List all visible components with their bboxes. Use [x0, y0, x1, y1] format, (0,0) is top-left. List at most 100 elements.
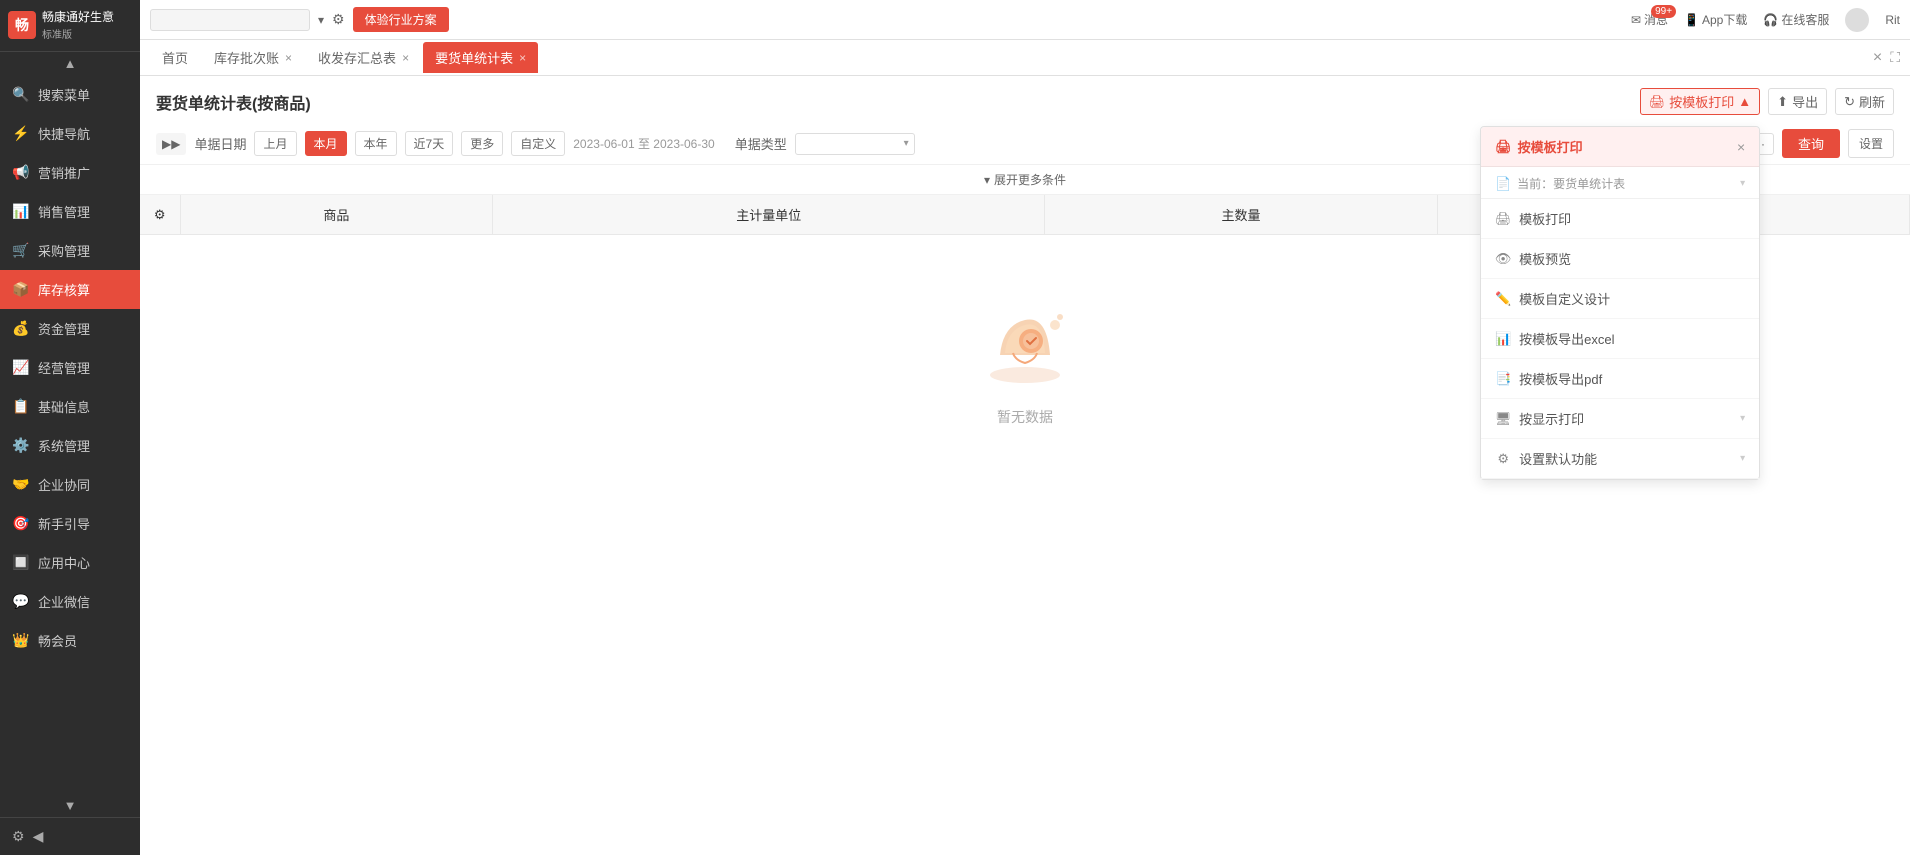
filter-expand-icon-btn[interactable]: ▶▶ [156, 133, 186, 155]
date-more-btn[interactable]: 更多 [461, 131, 503, 156]
expand-more-conditions-btn[interactable]: ▾ 展开更多条件 [984, 171, 1066, 188]
sidebar-item-basicinfo[interactable]: 📋 基础信息 [0, 387, 140, 426]
sidebar-item-marketing[interactable]: 📢 营销推广 [0, 153, 140, 192]
current-label: 当前：要货单统计表 [1517, 175, 1625, 192]
export-pdf-label: 按模板导出pdf [1519, 369, 1602, 388]
template-preview-icon: 👁 [1495, 251, 1511, 267]
set-default-label: 设置默认功能 [1519, 449, 1597, 468]
sidebar-item-label: 应用中心 [38, 553, 90, 572]
sidebar-item-appcenter[interactable]: 🔲 应用中心 [0, 543, 140, 582]
sidebar-item-wxwork[interactable]: 💬 企业微信 [0, 582, 140, 621]
tab-home-label: 首页 [162, 48, 188, 67]
sidebar-item-search[interactable]: 🔍 搜索菜单 [0, 75, 140, 114]
industry-btn[interactable]: 体验行业方案 [353, 7, 449, 32]
sidebar-item-enterprise[interactable]: 🤝 企业协同 [0, 465, 140, 504]
empty-icon [975, 295, 1075, 395]
sidebar-item-member[interactable]: 👑 畅会员 [0, 621, 140, 660]
username-label[interactable]: Rit [1885, 13, 1900, 27]
print-template-design-item[interactable]: ✏️ 模板自定义设计 [1481, 279, 1759, 319]
tab-order-stats-close[interactable]: × [519, 51, 526, 65]
print-export-pdf-item[interactable]: 📑 按模板导出pdf [1481, 359, 1759, 399]
sidebar-scroll-up[interactable]: ▲ [0, 52, 140, 75]
sidebar-item-purchase[interactable]: 🛒 采购管理 [0, 231, 140, 270]
sidebar-item-system[interactable]: ⚙️ 系统管理 [0, 426, 140, 465]
sidebar-item-guide[interactable]: 🎯 新手引导 [0, 504, 140, 543]
tab-summary[interactable]: 收发存汇总表 × [306, 42, 421, 73]
sidebar-item-label: 经营管理 [38, 358, 90, 377]
tab-summary-close[interactable]: × [402, 51, 409, 65]
sidebar-item-sales[interactable]: 📊 销售管理 [0, 192, 140, 231]
table-header-gear[interactable]: ⚙ [140, 195, 180, 235]
main-area: ▾ ⚙ 体验行业方案 ✉ 消息 99+ 📱 App下载 🎧 在线客服 Rit 首… [140, 0, 1910, 855]
app-download-btn[interactable]: 📱 App下载 [1684, 11, 1747, 28]
print-icon: 🖨 [1649, 94, 1666, 110]
date-custom-btn[interactable]: 自定义 [511, 131, 565, 156]
sidebar-scroll-down[interactable]: ▼ [0, 794, 140, 817]
user-avatar[interactable] [1845, 8, 1869, 32]
sidebar-item-label: 搜索菜单 [38, 85, 90, 104]
date-last-month-btn[interactable]: 上月 [254, 131, 296, 156]
print-template-btn[interactable]: 🖨 按模板打印 ▲ [1640, 88, 1760, 115]
page-header: 要货单统计表(按商品) 🖨 按模板打印 ▲ 🖨 按模板打印 [140, 76, 1910, 123]
enterprise-icon: 🤝 [12, 475, 30, 493]
tab-inventory-batch-close[interactable]: × [285, 51, 292, 65]
sidebar-nav: 🔍 搜索菜单 ⚡ 快捷导航 📢 营销推广 📊 销售管理 🛒 采购管理 📦 库存核… [0, 75, 140, 794]
topbar-search-input[interactable] [150, 9, 310, 31]
sidebar-item-finance[interactable]: 💰 资金管理 [0, 309, 140, 348]
page-content: 要货单统计表(按商品) 🖨 按模板打印 ▲ 🖨 按模板打印 [140, 76, 1910, 855]
expand-more-label: 展开更多条件 [994, 171, 1066, 188]
set-default-arrow-icon: ▾ [1740, 453, 1745, 464]
print-dropdown: 🖨 按模板打印 × 📄 当前：要货单统计表 ▾ [1480, 126, 1760, 480]
template-print-icon: 🖨 [1495, 211, 1511, 227]
sales-icon: 📊 [12, 202, 30, 220]
sidebar-item-label: 采购管理 [38, 241, 90, 260]
tab-home[interactable]: 首页 [150, 42, 200, 73]
print-action-wrapper: 🖨 按模板打印 ▲ 🖨 按模板打印 × [1640, 88, 1760, 115]
tab-summary-label: 收发存汇总表 [318, 48, 396, 67]
template-design-icon: ✏️ [1495, 291, 1511, 307]
sidebar-item-quicknav[interactable]: ⚡ 快捷导航 [0, 114, 140, 153]
topbar-gear-icon[interactable]: ⚙ [332, 11, 345, 28]
message-btn[interactable]: ✉ 消息 99+ [1631, 11, 1668, 28]
tab-inventory-batch[interactable]: 库存批次账 × [202, 42, 304, 73]
message-badge: 99+ [1651, 5, 1676, 18]
query-btn[interactable]: 查询 [1782, 129, 1840, 158]
date-this-month-btn[interactable]: 本月 [305, 131, 347, 156]
date-this-year-btn[interactable]: 本年 [355, 131, 397, 156]
type-filter-label: 单据类型 [735, 134, 787, 153]
type-select[interactable] [795, 133, 915, 155]
refresh-icon: ↻ [1844, 94, 1855, 110]
message-icon: ✉ [1631, 13, 1641, 27]
sidebar-logo: 畅 畅康通好生意 标准版 [0, 0, 140, 52]
window-close-btn[interactable]: × [1873, 49, 1882, 67]
print-set-default-section[interactable]: ⚙ 设置默认功能 ▾ [1481, 439, 1759, 479]
current-arrow-icon: ▾ [1740, 178, 1745, 189]
print-template-print-item[interactable]: 🖨 模板打印 [1481, 199, 1759, 239]
date-7days-btn[interactable]: 近7天 [405, 131, 454, 156]
app-logo-text: 畅康通好生意 [42, 10, 114, 26]
empty-text: 暂无数据 [997, 407, 1053, 427]
print-template-preview-item[interactable]: 👁 模板预览 [1481, 239, 1759, 279]
settings-btn[interactable]: 设置 [1848, 129, 1894, 158]
print-export-excel-item[interactable]: 📊 按模板导出excel [1481, 319, 1759, 359]
print-dropdown-close-btn[interactable]: × [1737, 139, 1745, 155]
sidebar-item-operations[interactable]: 📈 经营管理 [0, 348, 140, 387]
online-service-btn[interactable]: 🎧 在线客服 [1763, 11, 1829, 28]
sidebar-item-label: 系统管理 [38, 436, 90, 455]
refresh-btn[interactable]: ↻ 刷新 [1835, 88, 1894, 115]
tab-order-stats[interactable]: 要货单统计表 × [423, 42, 538, 73]
appcenter-icon: 🔲 [12, 553, 30, 571]
export-icon: ⬆ [1777, 94, 1788, 110]
print-display-print-section[interactable]: 🖥 按显示打印 ▾ [1481, 399, 1759, 439]
topbar-dropdown-icon[interactable]: ▾ [318, 13, 324, 27]
footer-settings-icon[interactable]: ⚙ [12, 828, 25, 845]
print-current-item[interactable]: 📄 当前：要货单统计表 ▾ [1481, 167, 1759, 199]
export-btn[interactable]: ⬆ 导出 [1768, 88, 1827, 115]
sidebar-item-label: 畅会员 [38, 631, 77, 650]
footer-collapse-icon[interactable]: ◀ [33, 828, 44, 845]
window-maximize-btn[interactable]: ⛶ [1890, 49, 1900, 66]
app-download-icon: 📱 [1684, 13, 1699, 27]
table-header-quantity: 主数量 [1045, 195, 1438, 235]
current-template-icon: 📄 [1495, 176, 1511, 192]
sidebar-item-inventory[interactable]: 📦 库存核算 [0, 270, 140, 309]
